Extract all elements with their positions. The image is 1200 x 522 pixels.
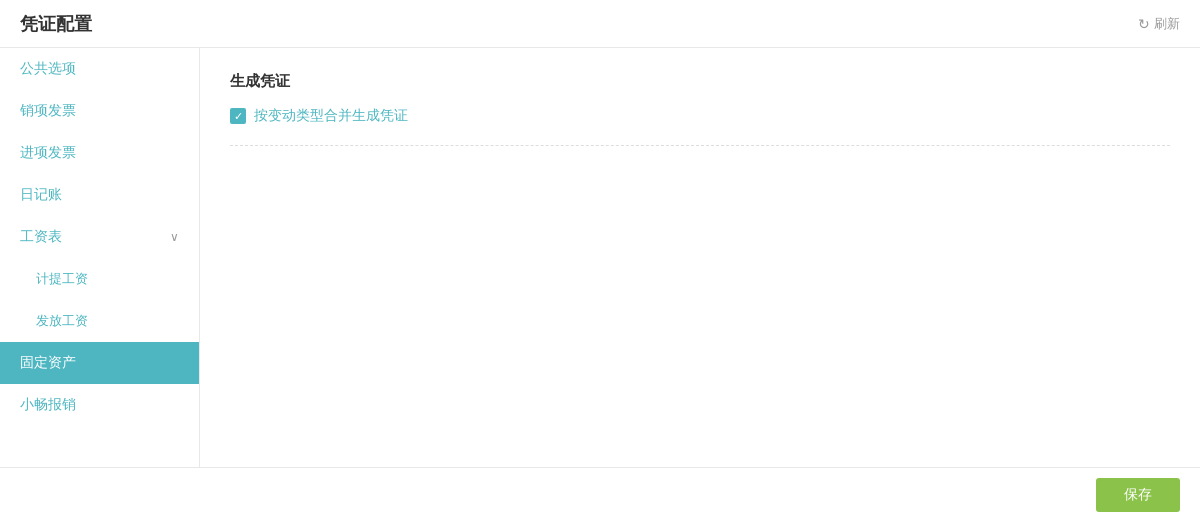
sidebar-item-label-sales-invoice: 销项发票 (20, 102, 76, 120)
section-title: 生成凭证 (230, 72, 1170, 91)
divider (230, 145, 1170, 146)
sidebar-item-sales-invoice[interactable]: 销项发票 (0, 90, 199, 132)
sidebar-item-public[interactable]: 公共选项 (0, 48, 199, 90)
page-title: 凭证配置 (20, 12, 92, 36)
checkmark-icon: ✓ (234, 111, 243, 122)
sidebar-item-release-payroll[interactable]: 发放工资 (0, 300, 199, 342)
checkbox-label[interactable]: 按变动类型合并生成凭证 (254, 107, 408, 125)
sidebar: 公共选项销项发票进项发票日记账工资表 ∨ 计提工资发放工资固定资产小畅报销 (0, 48, 200, 467)
sidebar-item-label-fixed-assets: 固定资产 (20, 354, 76, 372)
sidebar-item-label-payroll: 工资表 (20, 228, 62, 246)
sidebar-item-commission-payroll[interactable]: 计提工资 (0, 258, 199, 300)
body-wrapper: 公共选项销项发票进项发票日记账工资表 ∨ 计提工资发放工资固定资产小畅报销 生成凭证… (0, 48, 1200, 467)
refresh-icon: ↻ (1138, 16, 1150, 32)
refresh-label: 刷新 (1154, 15, 1180, 33)
sidebar-item-label-purchase-invoice: 进项发票 (20, 144, 76, 162)
sidebar-item-fixed-assets[interactable]: 固定资产 (0, 342, 199, 384)
sidebar-item-label-journal: 日记账 (20, 186, 62, 204)
sidebar-item-journal[interactable]: 日记账 (0, 174, 199, 216)
page-wrapper: 凭证配置 ↻ 刷新 公共选项销项发票进项发票日记账工资表 ∨ 计提工资发放工资固定资… (0, 0, 1200, 522)
refresh-button[interactable]: ↻ 刷新 (1138, 15, 1180, 33)
sidebar-item-payroll[interactable]: 工资表 ∨ (0, 216, 199, 258)
header: 凭证配置 ↻ 刷新 (0, 0, 1200, 48)
sidebar-item-label-commission-payroll: 计提工资 (36, 270, 88, 288)
merge-generate-checkbox[interactable]: ✓ (230, 108, 246, 124)
sidebar-item-label-release-payroll: 发放工资 (36, 312, 88, 330)
sidebar-item-purchase-invoice[interactable]: 进项发票 (0, 132, 199, 174)
footer: 保存 (0, 467, 1200, 522)
sidebar-item-label-expense-report: 小畅报销 (20, 396, 76, 414)
main-content: 生成凭证 ✓ 按变动类型合并生成凭证 (200, 48, 1200, 467)
save-button[interactable]: 保存 (1096, 478, 1180, 512)
sidebar-item-expense-report[interactable]: 小畅报销 (0, 384, 199, 426)
sidebar-item-label-public: 公共选项 (20, 60, 76, 78)
chevron-down-icon: ∨ (170, 230, 179, 244)
checkbox-row: ✓ 按变动类型合并生成凭证 (230, 107, 1170, 125)
